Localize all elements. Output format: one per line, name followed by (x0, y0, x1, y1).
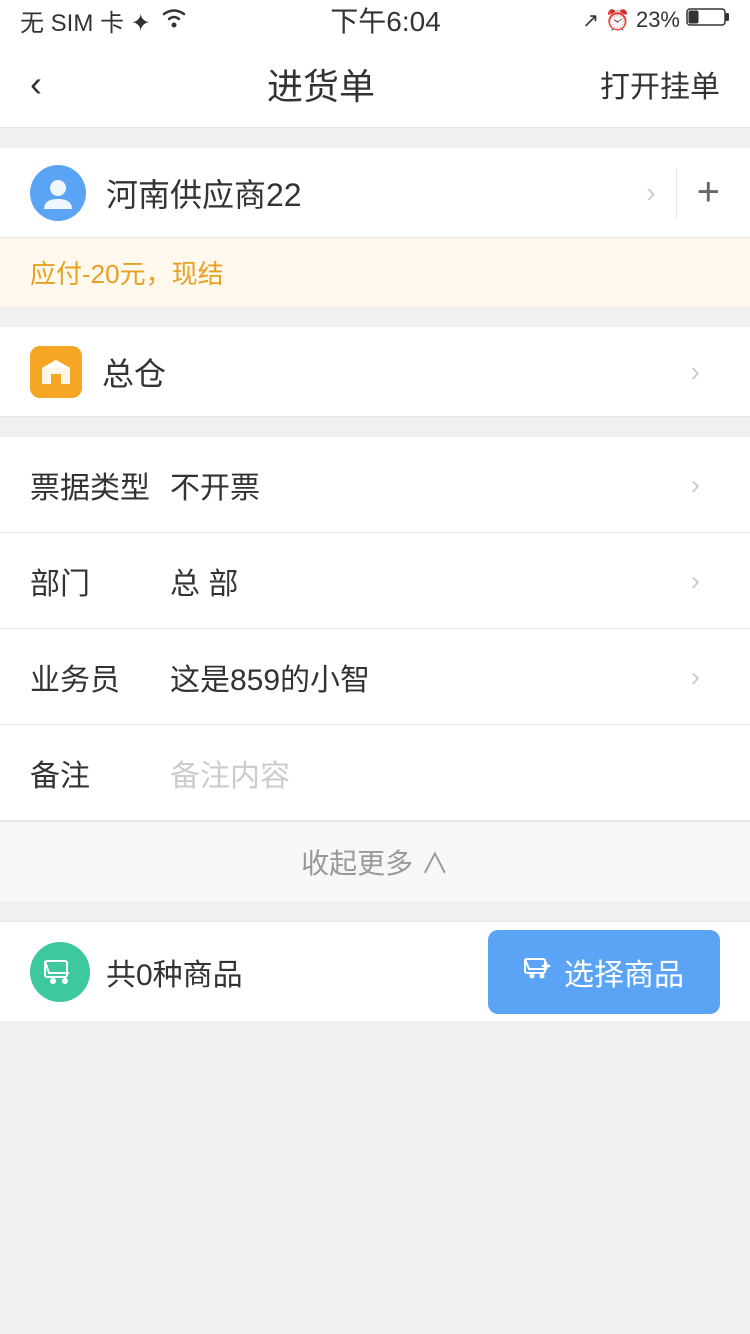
collapse-label: 收起更多 ∧ (301, 842, 449, 882)
invoice-arrow-icon: › (691, 469, 700, 501)
remark-input[interactable]: 备注内容 (170, 751, 720, 795)
page-title: 进货单 (267, 58, 375, 110)
department-arrow-icon: › (691, 565, 700, 597)
warehouse-name: 总仓 (102, 349, 691, 395)
section-gap-2 (0, 307, 750, 327)
supplier-avatar (30, 165, 86, 221)
section-gap-4 (0, 901, 750, 921)
back-button[interactable]: ‹ (30, 63, 42, 105)
gray-background (0, 1021, 750, 1321)
battery-label: 23% (636, 7, 680, 33)
salesperson-value: 这是859的小智 (170, 655, 691, 699)
warehouse-arrow-icon: › (691, 356, 700, 388)
nav-bar: ‹ 进货单 打开挂单 (0, 40, 750, 128)
sim-label: 无 SIM 卡 ✦ (20, 3, 151, 38)
department-label: 部门 (30, 559, 170, 603)
invoice-type-row[interactable]: 票据类型 不开票 › (0, 437, 750, 533)
product-count-label: 共0种商品 (106, 950, 488, 994)
supplier-section: 河南供应商22 › + 应付-20元，现结 (0, 148, 750, 307)
select-product-button[interactable]: 选择商品 (488, 930, 720, 1014)
time-display: 下午6:04 (330, 0, 441, 40)
supplier-name: 河南供应商22 (106, 170, 646, 216)
select-product-icon (524, 955, 554, 989)
battery-icon (686, 6, 730, 34)
salesperson-arrow-icon: › (691, 661, 700, 693)
vertical-divider (676, 168, 677, 218)
status-bar: 无 SIM 卡 ✦ 下午6:04 ↗ ⏰ 23% (0, 0, 750, 40)
supplier-row[interactable]: 河南供应商22 › + (0, 148, 750, 238)
warehouse-row[interactable]: 总仓 › (0, 327, 750, 417)
wifi-icon (159, 6, 189, 35)
notice-text: 应付-20元，现结 (30, 259, 224, 289)
supplier-arrow-icon: › (646, 177, 655, 209)
salesperson-row[interactable]: 业务员 这是859的小智 › (0, 629, 750, 725)
department-row[interactable]: 部门 总 部 › (0, 533, 750, 629)
remark-row[interactable]: 备注 备注内容 (0, 725, 750, 821)
status-left: 无 SIM 卡 ✦ (20, 3, 189, 38)
department-value: 总 部 (170, 559, 691, 603)
add-supplier-button[interactable]: + (697, 170, 720, 215)
open-pending-button[interactable]: 打开挂单 (600, 62, 720, 106)
remark-label: 备注 (30, 751, 170, 795)
select-product-label: 选择商品 (564, 950, 684, 994)
product-cart-icon (30, 942, 90, 1002)
location-icon: ↗ (582, 8, 599, 33)
status-right: ↗ ⏰ 23% (582, 6, 730, 34)
notice-bar: 应付-20元，现结 (0, 238, 750, 307)
section-gap-1 (0, 128, 750, 148)
invoice-type-value: 不开票 (170, 463, 691, 507)
form-section: 票据类型 不开票 › 部门 总 部 › 业务员 这是859的小智 › 备注 备注… (0, 437, 750, 901)
bottom-bar: 共0种商品 选择商品 (0, 921, 750, 1021)
salesperson-label: 业务员 (30, 655, 170, 699)
alarm-icon: ⏰ (605, 8, 630, 33)
warehouse-icon (30, 346, 82, 398)
section-gap-3 (0, 417, 750, 437)
collapse-bar[interactable]: 收起更多 ∧ (0, 821, 750, 901)
invoice-type-label: 票据类型 (30, 463, 170, 507)
